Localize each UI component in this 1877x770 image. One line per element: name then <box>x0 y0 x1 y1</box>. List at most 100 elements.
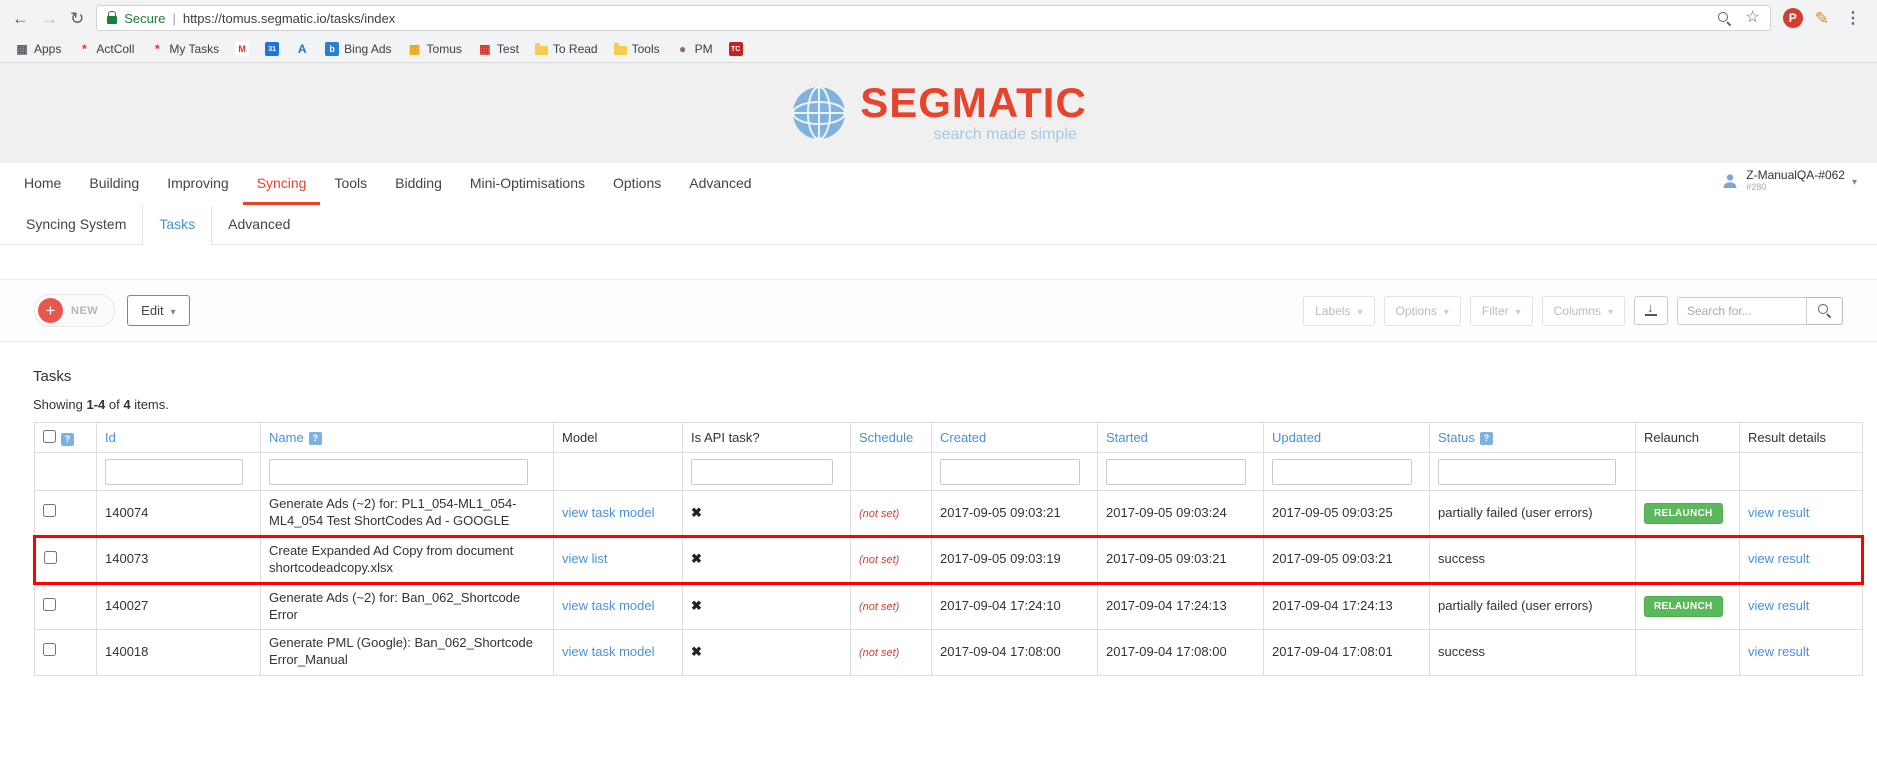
extension-p-icon[interactable]: P <box>1782 8 1803 28</box>
model-link[interactable]: view task model <box>562 644 654 659</box>
search-input[interactable] <box>1677 296 1807 325</box>
labels-dropdown-button[interactable]: Labels <box>1303 295 1375 326</box>
browser-menu-icon[interactable]: ⋮ <box>1841 8 1865 28</box>
cell-name: Generate PML (Google): Ban_062_Shortcode… <box>260 628 554 676</box>
bookmark-actcoll[interactable]: * ActColl <box>70 38 141 60</box>
nav-item-home[interactable]: Home <box>10 163 75 205</box>
bookmark-analytics-icon[interactable]: A <box>288 38 316 60</box>
reload-button[interactable]: ↻ <box>70 10 84 27</box>
row-checkbox[interactable] <box>44 550 57 564</box>
filter-input-created[interactable] <box>940 458 1081 485</box>
help-icon[interactable] <box>1479 432 1493 445</box>
col-header-label[interactable]: Created <box>940 430 986 445</box>
col-header-schedule: Schedule <box>850 422 932 453</box>
row-checkbox[interactable] <box>43 643 56 657</box>
main-nav: Home Building Improving Syncing Tools Bidding… <box>0 163 1877 205</box>
col-header-label[interactable]: Id <box>105 430 116 445</box>
summary-text: items. <box>130 397 169 412</box>
row-checkbox[interactable] <box>43 597 56 611</box>
filter-input-is-api-task[interactable] <box>691 458 833 485</box>
nav-item-bidding[interactable]: Bidding <box>381 163 456 205</box>
nav-item-syncing[interactable]: Syncing <box>242 163 321 205</box>
download-button[interactable] <box>1634 296 1668 325</box>
relaunch-button[interactable]: RELAUNCH <box>1644 502 1723 524</box>
nav-item-options[interactable]: Options <box>599 163 675 205</box>
view-result-link[interactable]: view result <box>1748 644 1809 659</box>
task-row-140027: 140027 Generate Ads (~2) for: Ban_062_Sho… <box>34 582 1863 630</box>
view-result-link[interactable]: view result <box>1748 598 1809 613</box>
user-menu[interactable]: Z-ManualQA-#062 #280 <box>1721 168 1857 192</box>
chevron-down-icon <box>1357 304 1362 318</box>
col-header-label[interactable]: Updated <box>1272 430 1321 445</box>
model-link[interactable]: view list <box>562 551 608 566</box>
bookmark-apps[interactable]: ▦ Apps <box>8 38 68 60</box>
cell-name: Generate Ads (~2) for: Ban_062_Shortcode… <box>260 582 554 630</box>
filter-input-id[interactable] <box>105 458 244 485</box>
nav-item-advanced[interactable]: Advanced <box>675 163 765 205</box>
subnav-item-syncing-system[interactable]: Syncing System <box>10 205 142 244</box>
bookmark-tools[interactable]: Tools <box>607 38 667 60</box>
bookmark-star-icon[interactable]: ☆ <box>1745 10 1759 26</box>
filter-input-name[interactable] <box>269 458 529 485</box>
bookmark-tc-icon[interactable]: TC <box>722 38 750 60</box>
nav-item-building[interactable]: Building <box>75 163 153 205</box>
nav-item-mini-optimisations[interactable]: Mini-Optimisations <box>456 163 599 205</box>
help-icon[interactable] <box>308 432 322 445</box>
filter-dropdown-button[interactable]: Filter <box>1469 295 1533 326</box>
nav-item-tools[interactable]: Tools <box>320 163 381 205</box>
model-link[interactable]: view task model <box>562 505 654 520</box>
cell-schedule: (not set) <box>850 535 932 585</box>
filter-cell-created <box>931 452 1098 491</box>
edit-dropdown-button[interactable]: Edit <box>127 295 190 326</box>
bookmark-label: ActColl <box>96 42 135 56</box>
help-icon[interactable] <box>61 432 74 446</box>
spacer <box>0 245 1877 279</box>
download-icon <box>1645 300 1657 316</box>
bookmark-tomus[interactable]: ▦ Tomus <box>401 38 469 60</box>
nav-item-improving[interactable]: Improving <box>153 163 242 205</box>
select-all-checkbox[interactable] <box>43 429 56 443</box>
relaunch-button[interactable]: RELAUNCH <box>1644 596 1723 618</box>
col-header-label[interactable]: Status <box>1438 430 1475 445</box>
cell-is-api-task: ✖ <box>682 582 851 630</box>
summary-text: of <box>105 397 124 412</box>
dropdown-label: Options <box>1395 303 1437 318</box>
col-header-label[interactable]: Schedule <box>859 430 913 445</box>
bookmark-bing-ads[interactable]: b Bing Ads <box>318 38 398 60</box>
back-button[interactable]: ← <box>12 10 29 27</box>
cell-name: Create Expanded Ad Copy from document sh… <box>260 535 554 585</box>
columns-dropdown-button[interactable]: Columns <box>1541 295 1625 326</box>
address-bar[interactable]: Secure | https://tomus.segmatic.io/tasks… <box>96 5 1771 31</box>
filter-input-started[interactable] <box>1106 458 1247 485</box>
bookmark-pm[interactable]: ● PM <box>669 38 720 60</box>
extension-pencil-icon[interactable]: ✎ <box>1815 10 1829 27</box>
table-filter-row <box>34 452 1863 491</box>
bookmark-gmail-icon[interactable]: M <box>228 38 256 60</box>
forward-button[interactable]: → <box>41 10 58 27</box>
bookmark-to-read[interactable]: To Read <box>528 38 605 60</box>
url-text: https://tomus.segmatic.io/tasks/index <box>182 10 396 26</box>
view-result-link[interactable]: view result <box>1748 551 1809 566</box>
model-link[interactable]: view task model <box>562 598 654 613</box>
new-button[interactable]: + NEW <box>34 294 116 327</box>
search-button[interactable] <box>1807 296 1843 325</box>
bookmark-test[interactable]: ▦ Test <box>471 38 526 60</box>
filter-input-status[interactable] <box>1438 458 1616 485</box>
view-result-link[interactable]: view result <box>1748 505 1809 520</box>
bookmark-my-tasks[interactable]: * My Tasks <box>143 38 226 60</box>
col-header-label[interactable]: Started <box>1106 430 1148 445</box>
options-dropdown-button[interactable]: Options <box>1383 295 1461 326</box>
filter-input-updated[interactable] <box>1272 458 1413 485</box>
col-header-label[interactable]: Name <box>269 430 304 445</box>
cell-updated: 2017-09-05 09:03:21 <box>1263 535 1430 585</box>
subnav-item-advanced[interactable]: Advanced <box>212 205 306 244</box>
bookmark-label: Tools <box>631 42 660 56</box>
zoom-icon[interactable] <box>1718 11 1731 25</box>
task-row-140073: 140073 Create Expanded Ad Copy from docum… <box>33 535 1864 585</box>
bookmark-calendar-icon[interactable]: 31 <box>258 38 286 60</box>
filter-cell-id <box>96 452 261 491</box>
schedule-not-set: (not set) <box>859 554 900 567</box>
row-checkbox[interactable] <box>43 504 56 518</box>
search-box <box>1677 296 1843 325</box>
subnav-item-tasks[interactable]: Tasks <box>142 205 213 245</box>
